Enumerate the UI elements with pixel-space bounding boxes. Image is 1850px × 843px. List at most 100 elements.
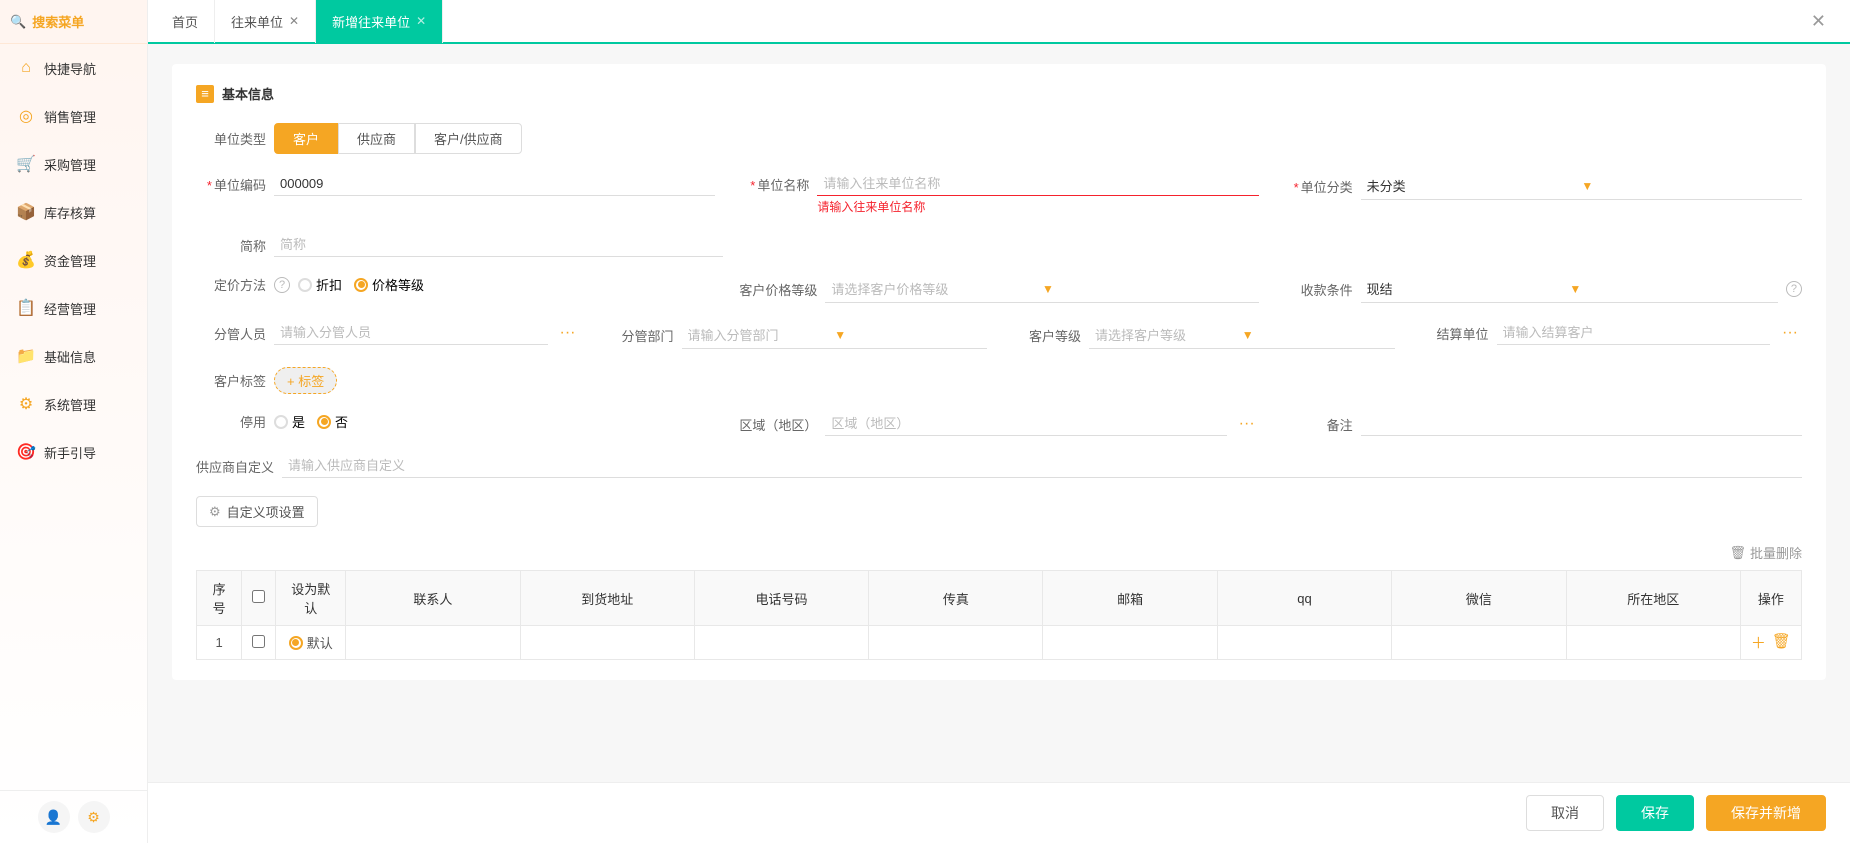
row-address[interactable] — [520, 626, 694, 660]
sidebar-item-operations[interactable]: 📋 经营管理 — [0, 284, 147, 332]
type-btn-both[interactable]: 客户/供应商 — [415, 123, 522, 154]
type-btn-customer[interactable]: 客户 — [274, 123, 338, 154]
sidebar-item-quick-nav[interactable]: ⌂ 快捷导航 — [0, 44, 147, 92]
row-default-circle — [289, 636, 303, 650]
row-email[interactable] — [1043, 626, 1217, 660]
add-row-icon[interactable]: ＋ — [1751, 632, 1766, 653]
address-input[interactable] — [531, 635, 684, 650]
sidebar-search[interactable]: 🔍 搜索菜单 — [0, 0, 147, 44]
row-select-checkbox[interactable] — [252, 635, 265, 648]
dept-select[interactable]: 请输入分管部门 ▼ — [682, 321, 988, 349]
sidebar-item-basic-info[interactable]: 📁 基础信息 — [0, 332, 147, 380]
row-area[interactable] — [1566, 626, 1740, 660]
region-input[interactable] — [825, 412, 1226, 436]
sidebar-settings-icon[interactable]: ⚙ — [78, 801, 110, 833]
row-fax[interactable] — [869, 626, 1043, 660]
dept-placeholder: 请输入分管部门 — [688, 325, 835, 344]
settlement-input[interactable] — [1497, 321, 1771, 345]
phone-input[interactable] — [705, 635, 858, 650]
disable-yes-label: 是 — [292, 412, 305, 431]
area-input[interactable] — [1577, 635, 1730, 650]
tab-new-counterpart[interactable]: 新增往来单位 ✕ — [316, 0, 443, 43]
unit-code-label: 单位编码 — [196, 175, 266, 194]
pricing-discount-circle — [298, 278, 312, 292]
payment-help-icon[interactable]: ? — [1786, 281, 1802, 297]
contact-input[interactable] — [356, 635, 509, 650]
row-contact[interactable] — [346, 626, 520, 660]
manager-input[interactable] — [274, 321, 548, 345]
fax-input[interactable] — [879, 635, 1032, 650]
sidebar-item-beginner[interactable]: 🎯 新手引导 — [0, 428, 147, 476]
delete-row-icon[interactable]: 🗑 — [1772, 632, 1791, 653]
row-checkbox[interactable] — [242, 626, 276, 660]
customer-level-select[interactable]: 请选择客户等级 ▼ — [1089, 321, 1395, 349]
row-default-label: 默认 — [307, 633, 333, 652]
unit-category-select[interactable]: 未分类 ▼ — [1361, 172, 1802, 200]
unit-category-label: 单位分类 — [1283, 177, 1353, 196]
pricing-radio-level[interactable]: 价格等级 — [354, 275, 424, 294]
customer-price-select[interactable]: 请选择客户价格等级 ▼ — [825, 275, 1258, 303]
save-button[interactable]: 保存 — [1616, 795, 1694, 831]
settlement-field: 结算单位 ··· — [1419, 321, 1803, 345]
payment-terms-select[interactable]: 现结 ▼ — [1361, 275, 1778, 303]
batch-delete-button[interactable]: 🗑 批量删除 — [1729, 543, 1802, 562]
disable-no-radio[interactable]: 否 — [317, 412, 348, 431]
abbr-input[interactable] — [274, 233, 723, 257]
main-area: 首页 往来单位 ✕ 新增往来单位 ✕ ✕ ≡ 基本信息 单位类型 — [148, 0, 1850, 843]
system-icon: ⚙ — [16, 394, 36, 414]
customer-price-chevron: ▼ — [1042, 282, 1253, 296]
email-input[interactable] — [1053, 635, 1206, 650]
unit-name-input[interactable] — [817, 172, 1258, 196]
tag-label: 客户标签 — [196, 371, 266, 390]
supplier-custom-input[interactable] — [282, 454, 1802, 478]
disable-yes-radio[interactable]: 是 — [274, 412, 305, 431]
qq-input[interactable] — [1228, 635, 1382, 650]
inventory-icon: 📦 — [16, 202, 36, 222]
wechat-input[interactable] — [1402, 635, 1555, 650]
tab-new-counterpart-close[interactable]: ✕ — [416, 14, 426, 28]
custom-settings-label: 自定义项设置 — [227, 502, 305, 521]
select-all-checkbox[interactable] — [252, 590, 265, 603]
row-phone[interactable] — [694, 626, 868, 660]
unit-code-input[interactable] — [274, 172, 715, 196]
sidebar-item-inventory[interactable]: 📦 库存核算 — [0, 188, 147, 236]
region-more-btn[interactable]: ··· — [1235, 415, 1259, 433]
window-close-button[interactable]: ✕ — [1795, 11, 1842, 32]
disable-no-circle — [317, 415, 331, 429]
col-checkbox[interactable] — [242, 571, 276, 626]
tab-counterpart[interactable]: 往来单位 ✕ — [215, 0, 316, 43]
sidebar-item-purchase[interactable]: 🛒 采购管理 — [0, 140, 147, 188]
search-icon: 🔍 — [10, 14, 26, 30]
col-email: 邮箱 — [1043, 571, 1217, 626]
row-wechat[interactable] — [1392, 626, 1566, 660]
settlement-more-btn[interactable]: ··· — [1778, 324, 1802, 342]
sidebar-item-finance[interactable]: 💰 资金管理 — [0, 236, 147, 284]
pricing-help-icon[interactable]: ? — [274, 277, 290, 293]
remark-field: 备注 — [1283, 412, 1802, 436]
tab-counterpart-close[interactable]: ✕ — [289, 14, 299, 28]
sidebar-user-icon[interactable]: 👤 — [38, 801, 70, 833]
col-action: 操作 — [1740, 571, 1801, 626]
unit-type-row: 单位类型 客户 供应商 客户/供应商 — [196, 123, 1802, 154]
sidebar-item-system[interactable]: ⚙ 系统管理 — [0, 380, 147, 428]
manager-label: 分管人员 — [196, 324, 266, 343]
add-tag-button[interactable]: + 标签 — [274, 367, 337, 394]
tab-counterpart-label: 往来单位 — [231, 12, 283, 31]
row-default-radio[interactable]: 默认 — [286, 633, 335, 652]
tab-new-counterpart-label: 新增往来单位 — [332, 12, 410, 31]
remark-input[interactable] — [1361, 412, 1802, 436]
type-btn-supplier[interactable]: 供应商 — [338, 123, 415, 154]
pricing-radio-discount[interactable]: 折扣 — [298, 275, 342, 294]
manager-more-btn[interactable]: ··· — [556, 324, 580, 342]
row-qq[interactable] — [1217, 626, 1392, 660]
custom-settings-button[interactable]: ⚙ 自定义项设置 — [196, 496, 318, 527]
cancel-button[interactable]: 取消 — [1526, 795, 1604, 831]
sidebar-item-label: 采购管理 — [44, 155, 96, 174]
basic-info-icon: 📁 — [16, 346, 36, 366]
save-new-button[interactable]: 保存并新增 — [1706, 795, 1826, 831]
abbr-field: 简称 — [196, 233, 723, 257]
section-title: ≡ 基本信息 — [196, 84, 1802, 103]
sales-icon: ◎ — [16, 106, 36, 126]
tab-home[interactable]: 首页 — [156, 0, 215, 43]
sidebar-item-sales[interactable]: ◎ 销售管理 — [0, 92, 147, 140]
